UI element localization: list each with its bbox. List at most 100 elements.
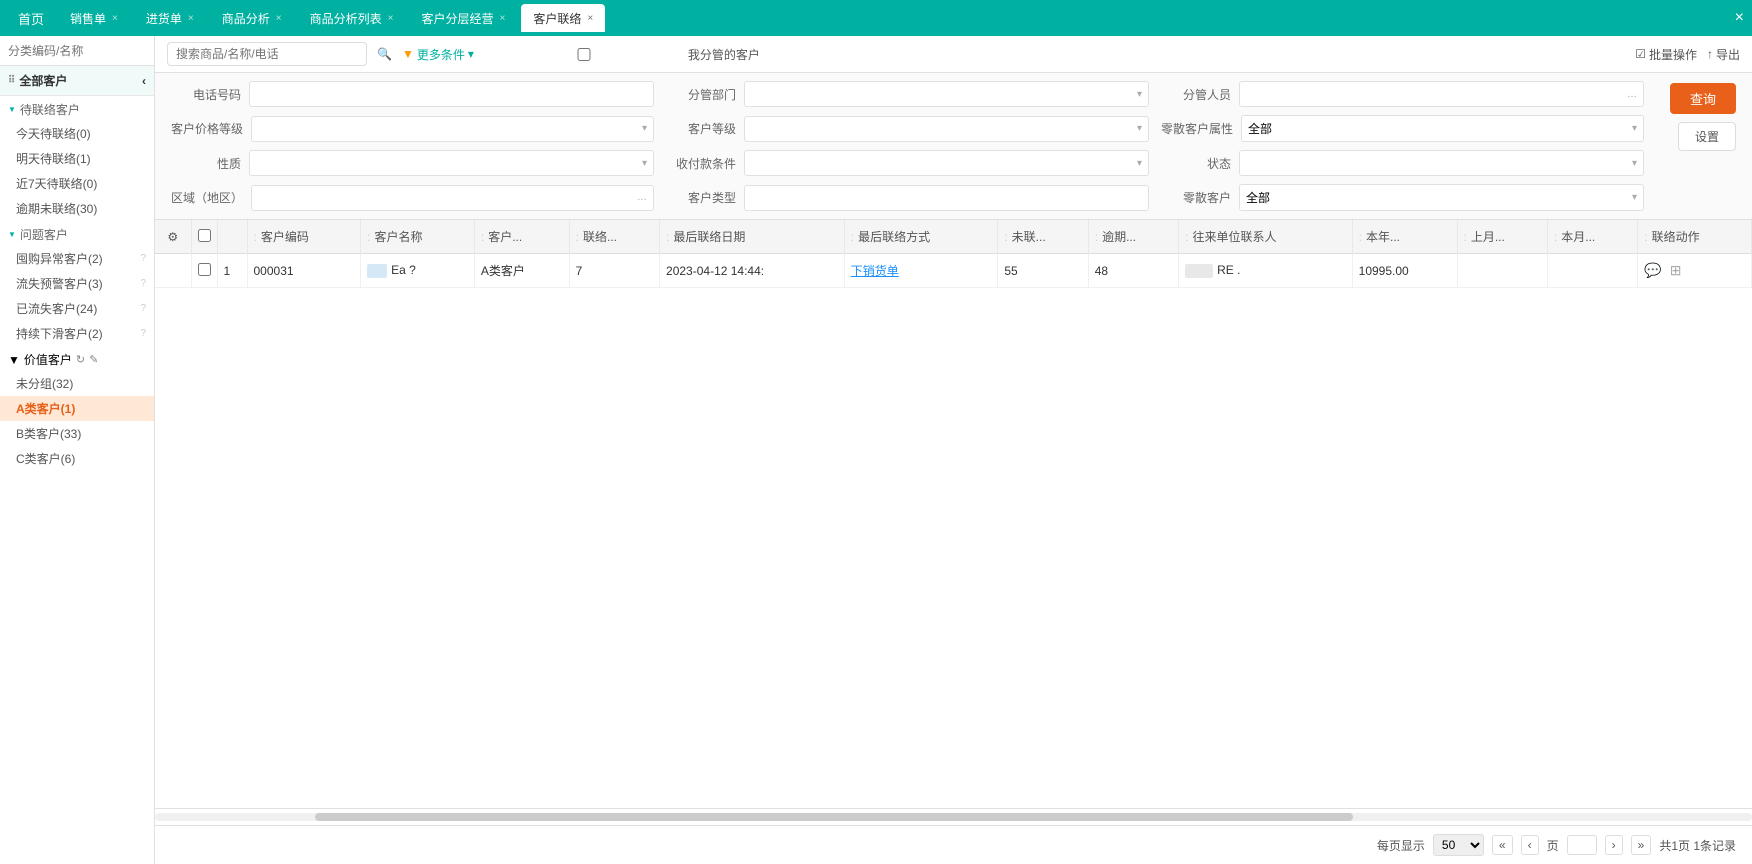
setting-btn[interactable]: 设置 [1678, 122, 1736, 151]
pagination-bar: 每页显示 50 10 20 100 « ‹ 页 1 › » 共1页 1条记录 [155, 825, 1752, 864]
edit-icon[interactable]: ✎ [89, 353, 98, 366]
scrollbar-track[interactable] [155, 813, 1752, 821]
dept-select[interactable]: ▾ [744, 81, 1149, 107]
retail-customer-select[interactable]: 全部▾ [1239, 184, 1644, 211]
sidebar-item-class-a[interactable]: A类客户(1) [0, 396, 154, 421]
customer-grade-chevron: ▾ [1137, 123, 1142, 134]
close-all-tabs[interactable]: × [1735, 9, 1744, 27]
close-product-analysis-list-tab[interactable]: × [388, 13, 394, 24]
export-btn[interactable]: ↑ 导出 [1707, 46, 1740, 63]
row-customer-code: 000031 [247, 254, 361, 288]
sidebar-item-abnormal-hoarding[interactable]: 囤购异常客户(2) ? [0, 246, 154, 271]
all-customers-header: ⠿ 全部客户 ‹ [0, 66, 154, 96]
row-this-month [1547, 254, 1637, 288]
next-page-btn[interactable]: › [1605, 835, 1623, 855]
phone-label: 电话号码 [171, 86, 241, 103]
sidebar-item-declining[interactable]: 持续下滑客户(2) ? [0, 321, 154, 346]
retail-customer-label: 零散客户 [1161, 189, 1231, 206]
col-last-month: :上月... [1457, 220, 1547, 254]
adv-filter-customer-grade: 客户等级 ▾ [666, 116, 1149, 142]
payment-select[interactable]: ▾ [744, 150, 1149, 176]
gear-icon[interactable]: ⚙ [167, 230, 178, 244]
page-label: 页 [1547, 837, 1559, 854]
col-contact-count: :联络... [569, 220, 659, 254]
last-contact-link[interactable]: 下销货单 [851, 264, 899, 278]
first-page-btn[interactable]: « [1492, 835, 1513, 855]
customer-grade-select[interactable]: ▾ [744, 116, 1149, 142]
my-customer-checkbox[interactable] [484, 48, 684, 61]
close-customer-segment-tab[interactable]: × [499, 13, 505, 24]
sidebar-item-overdue-contact[interactable]: 逾期未联络(30) [0, 196, 154, 221]
row-this-year: 10995.00 [1352, 254, 1457, 288]
phone-input[interactable] [249, 81, 654, 107]
sidebar-item-7days-contact[interactable]: 近7天待联络(0) [0, 171, 154, 196]
help-icon-2: ? [140, 278, 146, 289]
col-gear[interactable]: ⚙ [155, 220, 191, 254]
tab-sales[interactable]: 销售单 × [58, 4, 130, 32]
query-btn[interactable]: 查询 [1670, 83, 1736, 114]
customer-type-label: 客户类型 [666, 189, 736, 206]
row-checkbox-0[interactable] [198, 263, 211, 276]
page-size-label: 每页显示 [1377, 837, 1425, 854]
row-index: 1 [217, 254, 247, 288]
batch-op-icon: ☑ [1635, 47, 1646, 61]
sidebar-collapse-btn[interactable]: ‹ [142, 74, 146, 88]
price-grade-chevron: ▾ [642, 123, 647, 134]
sidebar-item-churned[interactable]: 已流失客户(24) ? [0, 296, 154, 321]
close-product-analysis-tab[interactable]: × [276, 13, 282, 24]
customer-type-input[interactable] [744, 185, 1149, 211]
select-all-checkbox[interactable] [198, 229, 211, 242]
adv-filter-row-4: 区域（地区） … 客户类型 零散客户 [171, 184, 1644, 211]
close-customer-contact-tab[interactable]: × [587, 13, 593, 24]
nature-chevron: ▾ [642, 158, 647, 169]
page-size-select[interactable]: 50 10 20 100 [1433, 834, 1484, 856]
page-input[interactable]: 1 [1567, 835, 1597, 855]
batch-op-btn[interactable]: ☑ 批量操作 [1635, 46, 1697, 63]
close-sales-tab[interactable]: × [112, 13, 118, 24]
region-input[interactable]: … [251, 185, 654, 211]
tab-product-analysis-list[interactable]: 商品分析列表 × [298, 4, 406, 32]
action-icon-chat[interactable]: 💬 [1644, 262, 1661, 279]
price-grade-select[interactable]: ▾ [251, 116, 654, 142]
manager-input[interactable]: … [1239, 81, 1644, 107]
sidebar-item-today-contact[interactable]: 今天待联络(0) [0, 121, 154, 146]
retail-attr-select[interactable]: 全部▾ [1241, 115, 1644, 142]
sidebar-item-class-b[interactable]: B类客户(33) [0, 421, 154, 446]
tab-customer-segment[interactable]: 客户分层经营 × [409, 4, 517, 32]
filter-search-input[interactable] [167, 42, 367, 66]
more-filters-btn[interactable]: ▼ 更多条件 ▾ [402, 46, 474, 63]
status-select[interactable]: ▾ [1239, 150, 1644, 176]
adv-filter-region: 区域（地区） … [171, 185, 654, 211]
region-label: 区域（地区） [171, 189, 243, 206]
sidebar-search-input[interactable] [8, 44, 155, 58]
row-action-cell: 💬 ⊞ [1638, 254, 1752, 288]
action-icon-qr[interactable]: ⊞ [1670, 262, 1682, 279]
tab-purchase[interactable]: 进货单 × [134, 4, 206, 32]
sidebar-item-class-c[interactable]: C类客户(6) [0, 446, 154, 471]
filter-search-icon[interactable]: 🔍 [377, 47, 392, 61]
row-no-contact: 55 [998, 254, 1088, 288]
horizontal-scrollbar[interactable] [155, 808, 1752, 825]
sidebar-item-ungrouped[interactable]: 未分组(32) [0, 371, 154, 396]
manager-label: 分管人员 [1161, 86, 1231, 103]
last-page-btn[interactable]: » [1631, 835, 1652, 855]
adv-filter-row-1: 电话号码 分管部门 ▾ 分管人员 [171, 81, 1644, 107]
prev-page-btn[interactable]: ‹ [1521, 835, 1539, 855]
group-waiting-contact[interactable]: ▼ 待联络客户 [0, 96, 154, 121]
tab-customer-contact[interactable]: 客户联络 × [521, 4, 605, 32]
sidebar-item-tomorrow-contact[interactable]: 明天待联络(1) [0, 146, 154, 171]
table-header-row: ⚙ :客户编码 :客户名称 :客户... :联络... :最后联络日期 :最后联… [155, 220, 1752, 254]
sidebar-search-bar: 🔍 [0, 36, 154, 66]
tab-product-analysis[interactable]: 商品分析 × [210, 4, 294, 32]
home-tab[interactable]: 首页 [8, 5, 54, 32]
close-purchase-tab[interactable]: × [188, 13, 194, 24]
refresh-icon[interactable]: ↻ [76, 353, 85, 366]
my-customer-filter[interactable]: 我分管的客户 [484, 46, 760, 63]
nature-select[interactable]: ▾ [249, 150, 654, 176]
scrollbar-thumb[interactable] [315, 813, 1353, 821]
sidebar-item-churn-warning[interactable]: 流失预警客户(3) ? [0, 271, 154, 296]
retail-attr-chevron: ▾ [1632, 123, 1637, 134]
status-chevron: ▾ [1632, 158, 1637, 169]
group-problem-customers[interactable]: ▼ 问题客户 [0, 221, 154, 246]
row-gear-cell[interactable] [155, 254, 191, 288]
